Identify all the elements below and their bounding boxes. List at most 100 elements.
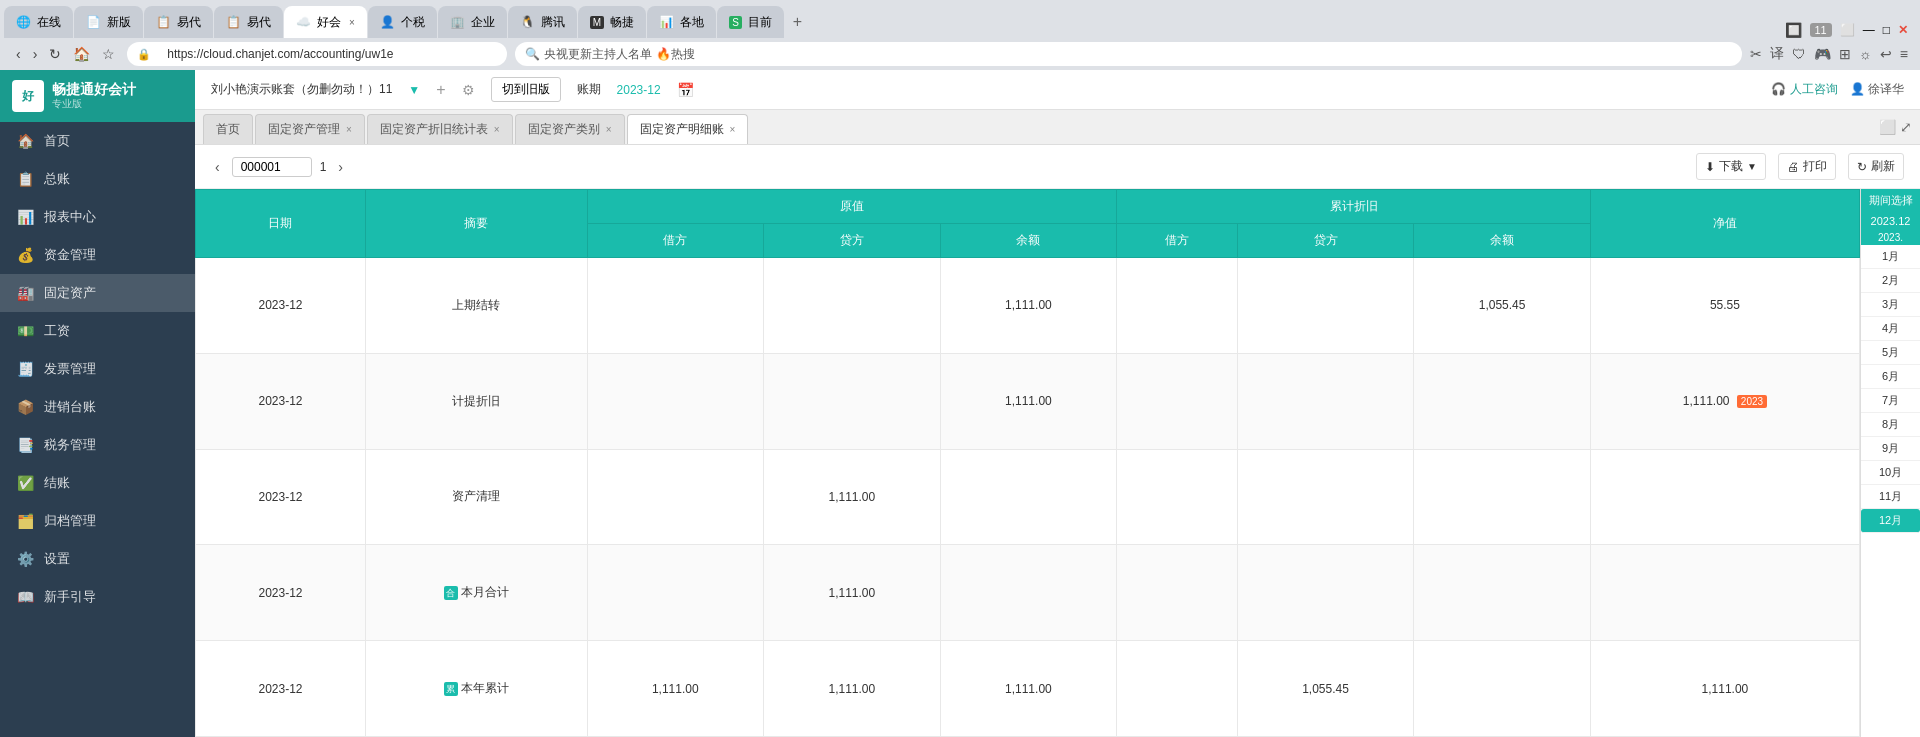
- grid-icon[interactable]: ⊞: [1839, 46, 1851, 62]
- sidebar-item-tax[interactable]: 📑 税务管理: [0, 426, 195, 464]
- close-tab-asset-ledger[interactable]: ×: [730, 124, 736, 135]
- shield-icon[interactable]: 🛡: [1792, 46, 1806, 62]
- settings-icon[interactable]: ☼: [1859, 46, 1872, 62]
- cell-orig-balance: 1,111.00: [940, 258, 1117, 354]
- table-row: 2023-12 资产清理 1,111.00: [196, 449, 1860, 545]
- switch-version-button[interactable]: 切到旧版: [491, 77, 561, 102]
- reload-button[interactable]: ↻: [45, 44, 65, 64]
- browser-tab-tencent[interactable]: 🐧 腾讯: [508, 6, 577, 38]
- sidebar-item-purchase-sales[interactable]: 📦 进销台账: [0, 388, 195, 426]
- browser-tab-qiye[interactable]: 🏢 企业: [438, 6, 507, 38]
- page-tab-home[interactable]: 首页: [203, 114, 253, 144]
- sidebar-item-settings[interactable]: ⚙️ 设置: [0, 540, 195, 578]
- expand-icon[interactable]: ⤢: [1900, 119, 1912, 135]
- undo-icon[interactable]: ↩: [1880, 46, 1892, 62]
- close-tab-fixed-assets-mgmt[interactable]: ×: [346, 124, 352, 135]
- download-button[interactable]: ⬇ 下载 ▼: [1696, 153, 1766, 180]
- browser-control-min[interactable]: 🔲: [1785, 22, 1802, 38]
- next-page-button[interactable]: ›: [334, 157, 347, 177]
- period-month-7[interactable]: 7月: [1861, 389, 1920, 413]
- sidebar-item-payroll[interactable]: 💵 工资: [0, 312, 195, 350]
- sidebar-item-home[interactable]: 🏠 首页: [0, 122, 195, 160]
- forward-button[interactable]: ›: [29, 44, 42, 64]
- back-button[interactable]: ‹: [12, 44, 25, 64]
- settings-gear-icon[interactable]: ⚙: [462, 82, 475, 98]
- period-month-1[interactable]: 1月: [1861, 245, 1920, 269]
- browser-tab-new[interactable]: 📄 新版: [74, 6, 143, 38]
- period-year[interactable]: 2023.12: [1861, 212, 1920, 230]
- period-month-3[interactable]: 3月: [1861, 293, 1920, 317]
- refresh-icon: ↻: [1857, 160, 1867, 174]
- page-tab-asset-ledger[interactable]: 固定资产明细账 ×: [627, 114, 749, 144]
- browser-tab-changjie[interactable]: M 畅捷: [578, 6, 646, 38]
- page-tabs: 首页 固定资产管理 × 固定资产折旧统计表 × 固定资产类别 × 固定资产明细账…: [195, 110, 1920, 145]
- dropdown-icon[interactable]: ▼: [408, 83, 420, 97]
- sidebar-item-general-ledger[interactable]: 📋 总账: [0, 160, 195, 198]
- sidebar-item-cash[interactable]: 💰 资金管理: [0, 236, 195, 274]
- payroll-icon: 💵: [16, 323, 34, 339]
- browser-tab-online[interactable]: 🌐 在线: [4, 6, 73, 38]
- cell-net-value: [1590, 545, 1859, 641]
- print-icon: 🖨: [1787, 160, 1799, 174]
- account-number-input[interactable]: [232, 157, 312, 177]
- period-month-9[interactable]: 9月: [1861, 437, 1920, 461]
- scissors-icon[interactable]: ✂: [1750, 46, 1762, 62]
- cell-dep-debit: [1117, 641, 1238, 737]
- new-tab-button[interactable]: +: [785, 6, 810, 38]
- prev-page-button[interactable]: ‹: [211, 157, 224, 177]
- period-month-2[interactable]: 2月: [1861, 269, 1920, 293]
- browser-tab-gedi[interactable]: 📊 各地: [647, 6, 716, 38]
- period-month-4[interactable]: 4月: [1861, 317, 1920, 341]
- period-value: 2023-12: [617, 83, 661, 97]
- sidebar-item-archive[interactable]: 🗂️ 归档管理: [0, 502, 195, 540]
- sidebar-item-invoice[interactable]: 🧾 发票管理: [0, 350, 195, 388]
- archive-icon: 🗂️: [16, 513, 34, 529]
- browser-tab-close-haohui[interactable]: ×: [349, 17, 355, 28]
- home-button[interactable]: 🏠: [69, 44, 94, 64]
- add-company-button[interactable]: +: [436, 81, 445, 99]
- cell-date: 2023-12: [196, 545, 366, 641]
- period-month-12[interactable]: 12月: [1861, 509, 1920, 533]
- gamepad-icon[interactable]: 🎮: [1814, 46, 1831, 62]
- period-month-11[interactable]: 11月: [1861, 485, 1920, 509]
- browser-tab-geshui[interactable]: 👤 个税: [368, 6, 437, 38]
- period-month-8[interactable]: 8月: [1861, 413, 1920, 437]
- sidebar-item-reports[interactable]: 📊 报表中心: [0, 198, 195, 236]
- bookmark-button[interactable]: ☆: [98, 44, 119, 64]
- calendar-icon[interactable]: 📅: [677, 82, 694, 98]
- browser-control-close[interactable]: ✕: [1898, 23, 1908, 37]
- table-container: 日期 摘要 原值 累计折旧 净值 借方 贷方 余额 借方: [195, 189, 1860, 737]
- page-tab-depreciation-stats[interactable]: 固定资产折旧统计表 ×: [367, 114, 513, 144]
- download-dropdown-icon[interactable]: ▼: [1747, 161, 1757, 172]
- translate-icon[interactable]: 译: [1770, 45, 1784, 63]
- browser-control-maximize[interactable]: □: [1883, 23, 1890, 37]
- sidebar-item-guide[interactable]: 📖 新手引导: [0, 578, 195, 616]
- search-text: 央视更新主持人名单 🔥热搜: [544, 46, 694, 63]
- collapse-icon[interactable]: ⬜: [1879, 119, 1896, 135]
- cell-orig-credit: [764, 353, 941, 449]
- period-month-10[interactable]: 10月: [1861, 461, 1920, 485]
- browser-tab-muqian[interactable]: S 目前: [717, 6, 784, 38]
- browser-tab-yidai2[interactable]: 📋 易代: [214, 6, 283, 38]
- browser-control-restore[interactable]: ⬜: [1840, 23, 1855, 37]
- sidebar-header: 好 畅捷通好会计 专业版: [0, 70, 195, 122]
- page-tab-fixed-assets-mgmt[interactable]: 固定资产管理 ×: [255, 114, 365, 144]
- browser-tab-haohui[interactable]: ☁️ 好会 ×: [284, 6, 367, 38]
- sidebar-item-closing[interactable]: ✅ 结账: [0, 464, 195, 502]
- user-menu[interactable]: 👤 徐译华: [1850, 81, 1904, 98]
- browser-control-minimize[interactable]: —: [1863, 23, 1875, 37]
- period-month-5[interactable]: 5月: [1861, 341, 1920, 365]
- print-button[interactable]: 🖨 打印: [1778, 153, 1836, 180]
- cell-orig-debit: [587, 353, 764, 449]
- browser-control-badge: 11: [1810, 23, 1832, 37]
- service-button[interactable]: 🎧 人工咨询: [1771, 81, 1837, 98]
- page-tab-asset-categories[interactable]: 固定资产类别 ×: [515, 114, 625, 144]
- sidebar-item-fixed-assets[interactable]: 🏭 固定资产: [0, 274, 195, 312]
- browser-tab-yidai1[interactable]: 📋 易代: [144, 6, 213, 38]
- close-tab-asset-categories[interactable]: ×: [606, 124, 612, 135]
- menu-icon[interactable]: ≡: [1900, 46, 1908, 62]
- refresh-button[interactable]: ↻ 刷新: [1848, 153, 1904, 180]
- period-month-6[interactable]: 6月: [1861, 365, 1920, 389]
- close-tab-depreciation-stats[interactable]: ×: [494, 124, 500, 135]
- address-input[interactable]: [155, 42, 497, 66]
